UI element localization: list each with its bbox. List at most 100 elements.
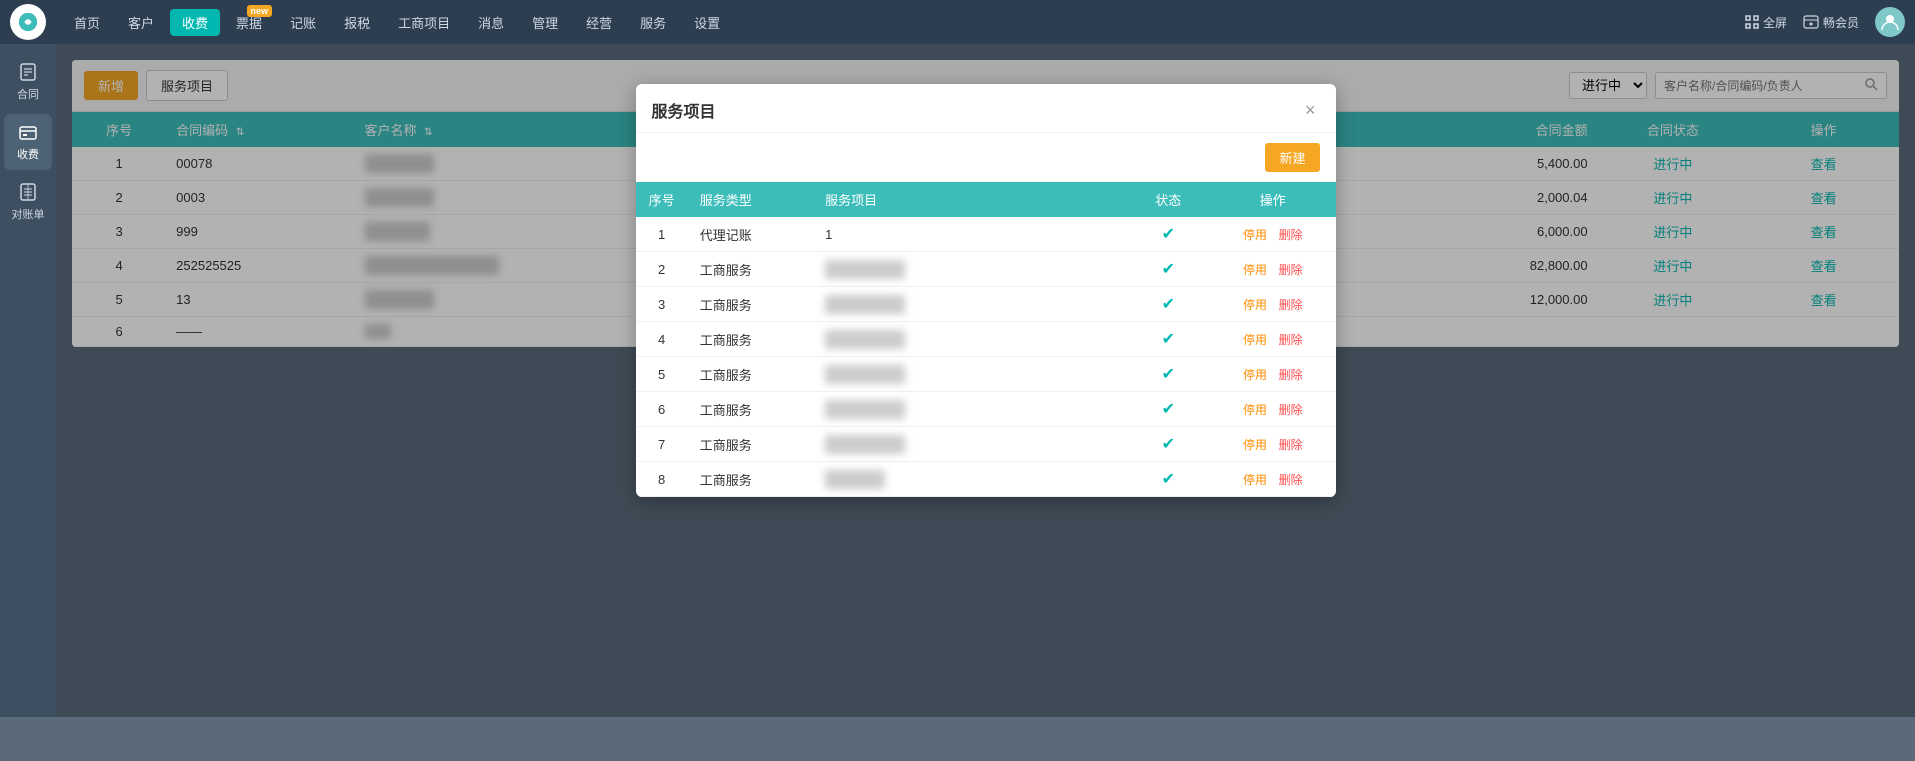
- status-check-icon: ✔: [1162, 436, 1175, 453]
- modal-title: 服务项目: [652, 98, 716, 122]
- delete-btn[interactable]: 删除: [1275, 471, 1307, 488]
- nav-settings[interactable]: 设置: [682, 9, 732, 36]
- modal-toolbar: 新建: [636, 133, 1336, 182]
- stop-btn[interactable]: 停用: [1239, 471, 1271, 488]
- service-modal: 服务项目 × 新建 序号 服务类型 服务项目 状态 操作 1 代理记账: [636, 84, 1336, 497]
- sidebar-item-shoufei[interactable]: 收费: [4, 114, 52, 170]
- modal-cell-action: 停用 删除: [1210, 357, 1335, 392]
- modal-cell-status: ✔: [1127, 427, 1211, 462]
- nav-customer[interactable]: 客户: [116, 9, 166, 36]
- modal-cell-seq: 6: [636, 392, 688, 427]
- nav-account[interactable]: 记账: [278, 9, 328, 36]
- nav-right: 全屏 畅会员: [1745, 7, 1905, 37]
- nav-service[interactable]: 服务: [628, 9, 678, 36]
- modal-cell-action: 停用 删除: [1210, 392, 1335, 427]
- nav-jingying[interactable]: 经营: [574, 9, 624, 36]
- modal-cell-seq: 4: [636, 322, 688, 357]
- stop-btn[interactable]: 停用: [1239, 401, 1271, 418]
- delete-btn[interactable]: 删除: [1275, 401, 1307, 418]
- modal-cell-item: 注册: [813, 462, 1126, 497]
- logo[interactable]: [10, 4, 46, 40]
- modal-cell-type: 工商服务: [688, 322, 813, 357]
- status-check-icon: ✔: [1162, 296, 1175, 313]
- member-label: 畅会员: [1823, 14, 1859, 31]
- modal-new-btn[interactable]: 新建: [1265, 143, 1319, 172]
- modal-cell-action: 停用 删除: [1210, 322, 1335, 357]
- top-nav: 首页 客户 收费 票据 new 记账 报税 工商项目 消息 管理 经营 服务 设…: [0, 0, 1915, 44]
- badge-new: new: [247, 5, 273, 17]
- status-check-icon: ✔: [1162, 331, 1175, 348]
- modal-cell-seq: 3: [636, 287, 688, 322]
- stop-btn[interactable]: 停用: [1239, 261, 1271, 278]
- member-btn[interactable]: 畅会员: [1803, 14, 1859, 31]
- modal-cell-item: 项目内容: [813, 287, 1126, 322]
- stop-btn[interactable]: 停用: [1239, 296, 1271, 313]
- nav-shoufei[interactable]: 收费: [170, 9, 220, 36]
- modal-table-row: 1 代理记账 1 ✔ 停用 删除: [636, 217, 1336, 252]
- modal-th-type: 服务类型: [688, 182, 813, 217]
- modal-overlay: 服务项目 × 新建 序号 服务类型 服务项目 状态 操作 1 代理记账: [56, 44, 1915, 717]
- modal-cell-type: 工商服务: [688, 462, 813, 497]
- member-icon: [1803, 14, 1819, 30]
- modal-table-row: 2 工商服务 项目内容 ✔ 停用 删除: [636, 252, 1336, 287]
- fullscreen-label: 全屏: [1763, 14, 1787, 31]
- modal-table-row: 8 工商服务 注册 ✔ 停用 删除: [636, 462, 1336, 497]
- stop-btn[interactable]: 停用: [1239, 331, 1271, 348]
- sidebar-label-hetong: 合同: [17, 86, 39, 102]
- modal-th-status: 状态: [1127, 182, 1211, 217]
- status-check-icon: ✔: [1162, 226, 1175, 243]
- modal-cell-type: 工商服务: [688, 252, 813, 287]
- modal-cell-item: 1: [813, 217, 1126, 252]
- sidebar-item-duizhang[interactable]: 对账单: [4, 174, 52, 230]
- nav-home[interactable]: 首页: [62, 9, 112, 36]
- modal-cell-status: ✔: [1127, 252, 1211, 287]
- status-check-icon: ✔: [1162, 366, 1175, 383]
- modal-cell-item: 项目内容: [813, 427, 1126, 462]
- avatar[interactable]: [1875, 7, 1905, 37]
- modal-cell-type: 代理记账: [688, 217, 813, 252]
- delete-btn[interactable]: 删除: [1275, 226, 1307, 243]
- fullscreen-icon: [1745, 15, 1759, 29]
- modal-table-row: 4 工商服务 项目内容 ✔ 停用 删除: [636, 322, 1336, 357]
- modal-header: 服务项目 ×: [636, 84, 1336, 133]
- delete-btn[interactable]: 删除: [1275, 366, 1307, 383]
- nav-tax[interactable]: 报税: [332, 9, 382, 36]
- fullscreen-btn[interactable]: 全屏: [1745, 14, 1787, 31]
- nav-manage[interactable]: 管理: [520, 9, 570, 36]
- sidebar-label-duizhang: 对账单: [12, 206, 45, 222]
- nav-message[interactable]: 消息: [466, 9, 516, 36]
- modal-close-btn[interactable]: ×: [1301, 100, 1320, 121]
- sidebar: 合同 收费 对账单: [0, 44, 56, 717]
- modal-cell-status: ✔: [1127, 287, 1211, 322]
- modal-table-row: 7 工商服务 项目内容 ✔ 停用 删除: [636, 427, 1336, 462]
- modal-cell-seq: 8: [636, 462, 688, 497]
- modal-cell-type: 工商服务: [688, 357, 813, 392]
- nav-piao[interactable]: 票据 new: [224, 9, 274, 36]
- modal-table: 序号 服务类型 服务项目 状态 操作 1 代理记账 1 ✔ 停用 删除 2 工商…: [636, 182, 1336, 497]
- sidebar-label-shoufei: 收费: [17, 146, 39, 162]
- modal-cell-item: 项目内容: [813, 322, 1126, 357]
- stop-btn[interactable]: 停用: [1239, 436, 1271, 453]
- delete-btn[interactable]: 删除: [1275, 261, 1307, 278]
- delete-btn[interactable]: 删除: [1275, 296, 1307, 313]
- modal-cell-action: 停用 删除: [1210, 287, 1335, 322]
- modal-table-row: 6 工商服务 项目内容 ✔ 停用 删除: [636, 392, 1336, 427]
- nav-gongshang[interactable]: 工商项目: [386, 9, 462, 36]
- modal-cell-item: 项目内容: [813, 392, 1126, 427]
- modal-cell-item: 项目内容: [813, 357, 1126, 392]
- modal-th-item: 服务项目: [813, 182, 1126, 217]
- stop-btn[interactable]: 停用: [1239, 366, 1271, 383]
- modal-cell-action: 停用 删除: [1210, 427, 1335, 462]
- modal-body[interactable]: 序号 服务类型 服务项目 状态 操作 1 代理记账 1 ✔ 停用 删除 2 工商…: [636, 182, 1336, 497]
- delete-btn[interactable]: 删除: [1275, 436, 1307, 453]
- modal-cell-seq: 1: [636, 217, 688, 252]
- modal-cell-status: ✔: [1127, 462, 1211, 497]
- modal-th-action: 操作: [1210, 182, 1335, 217]
- sidebar-item-hetong[interactable]: 合同: [4, 54, 52, 110]
- delete-btn[interactable]: 删除: [1275, 331, 1307, 348]
- modal-cell-type: 工商服务: [688, 287, 813, 322]
- modal-table-row: 5 工商服务 项目内容 ✔ 停用 删除: [636, 357, 1336, 392]
- stop-btn[interactable]: 停用: [1239, 226, 1271, 243]
- modal-table-row: 3 工商服务 项目内容 ✔ 停用 删除: [636, 287, 1336, 322]
- modal-cell-item: 项目内容: [813, 252, 1126, 287]
